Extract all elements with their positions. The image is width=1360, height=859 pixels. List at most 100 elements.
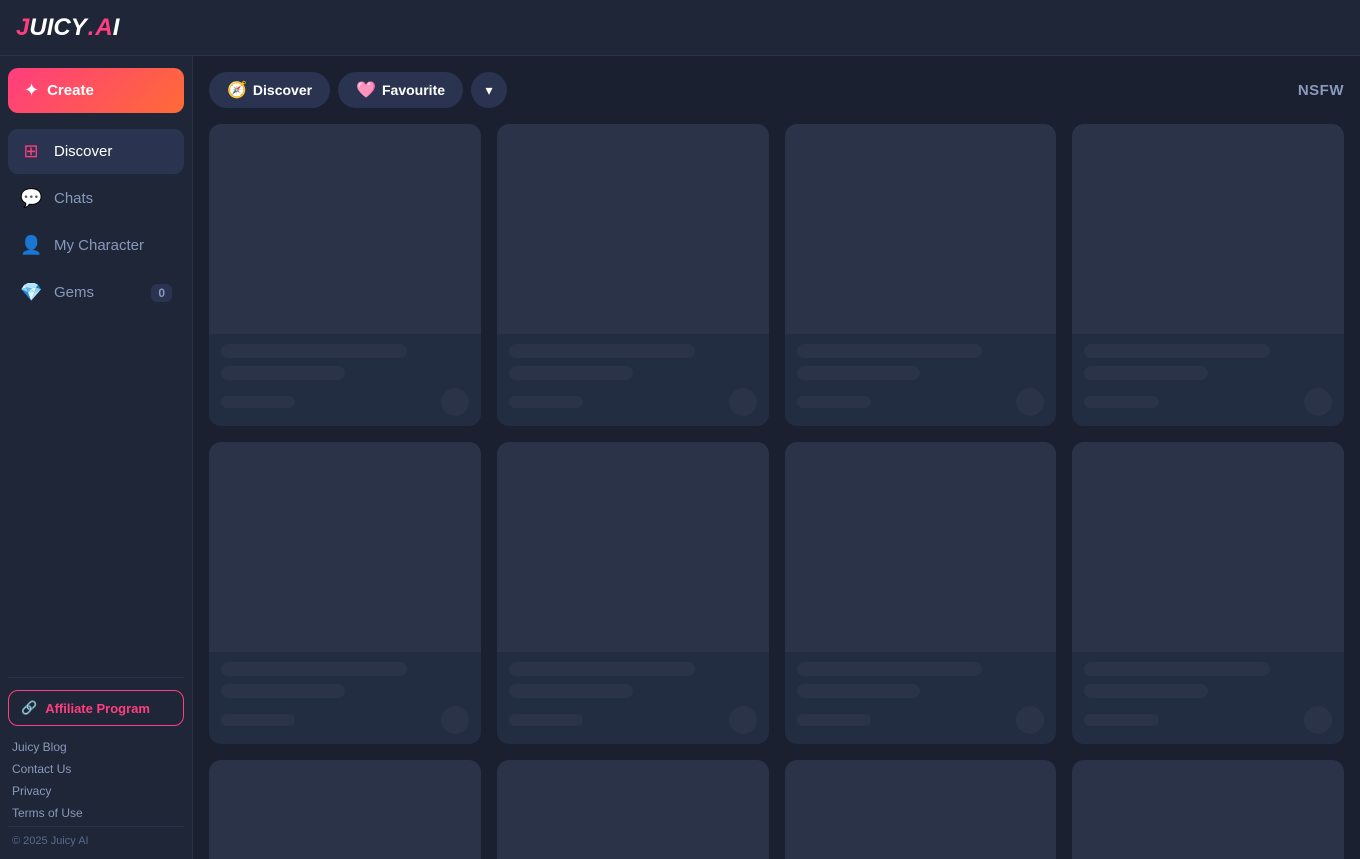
sidebar: ✦ Create ⊞ Discover 💬 Chats 👤 My Charact… — [0, 56, 193, 859]
card-image — [209, 124, 481, 334]
card-footer — [1084, 388, 1332, 416]
card-subtitle-skeleton — [797, 684, 921, 698]
gems-icon: 💎 — [20, 282, 42, 303]
sidebar-nav: ⊞ Discover 💬 Chats 👤 My Character 💎 Gems… — [8, 129, 184, 317]
list-item[interactable] — [209, 124, 481, 426]
card-image — [209, 442, 481, 652]
list-item[interactable] — [497, 442, 769, 744]
chevron-down-icon: ▾ — [486, 82, 493, 99]
card-subtitle-skeleton — [509, 366, 633, 380]
chats-icon: 💬 — [20, 188, 42, 209]
top-bar: 🧭 Discover 🩷 Favourite ▾ NSFW — [209, 72, 1344, 108]
card-footer — [1084, 706, 1332, 734]
affiliate-icon: 🔗 — [21, 700, 37, 716]
create-label: Create — [47, 82, 94, 99]
card-footer — [509, 388, 757, 416]
list-item[interactable] — [209, 760, 481, 859]
sidebar-item-my-character[interactable]: 👤 My Character — [8, 223, 184, 268]
list-item[interactable] — [497, 760, 769, 859]
footer-link-blog[interactable]: Juicy Blog — [12, 738, 180, 756]
sidebar-item-gems[interactable]: 💎 Gems 0 — [8, 270, 184, 315]
my-character-icon: 👤 — [20, 235, 42, 256]
list-item[interactable] — [497, 124, 769, 426]
card-image — [497, 760, 769, 859]
card-image — [1072, 760, 1344, 859]
card-title-skeleton — [221, 662, 407, 676]
favourite-tab-icon: 🩷 — [356, 80, 376, 100]
card-image — [209, 760, 481, 859]
card-subtitle-skeleton — [221, 366, 345, 380]
footer-link-terms[interactable]: Terms of Use — [12, 804, 180, 822]
card-image — [785, 760, 1057, 859]
logo-separator: . — [88, 14, 95, 42]
card-tag-skeleton — [797, 714, 871, 726]
footer-link-contact[interactable]: Contact Us — [12, 760, 180, 778]
card-body — [785, 334, 1057, 426]
sidebar-item-discover[interactable]: ⊞ Discover — [8, 129, 184, 174]
footer-link-privacy[interactable]: Privacy — [12, 782, 180, 800]
card-avatar-skeleton — [441, 388, 469, 416]
affiliate-button[interactable]: 🔗 Affiliate Program — [8, 690, 184, 726]
logo-text-j: J — [16, 14, 29, 42]
card-avatar-skeleton — [1016, 706, 1044, 734]
card-image — [497, 124, 769, 334]
card-title-skeleton — [797, 344, 983, 358]
sidebar-item-chats-label: Chats — [54, 190, 93, 207]
card-subtitle-skeleton — [509, 684, 633, 698]
card-footer — [221, 388, 469, 416]
discover-tab[interactable]: 🧭 Discover — [209, 72, 330, 108]
favourite-tab-label: Favourite — [382, 82, 445, 98]
list-item[interactable] — [1072, 442, 1344, 744]
nsfw-label: NSFW — [1298, 82, 1344, 99]
card-footer — [797, 706, 1045, 734]
card-title-skeleton — [1084, 662, 1270, 676]
card-tag-skeleton — [509, 714, 583, 726]
list-item[interactable] — [785, 124, 1057, 426]
sidebar-bottom: 🔗 Affiliate Program Juicy Blog Contact U… — [8, 677, 184, 847]
logo: J UICY . A I — [16, 14, 119, 42]
card-tag-skeleton — [1084, 714, 1158, 726]
card-tag-skeleton — [221, 714, 295, 726]
card-subtitle-skeleton — [1084, 684, 1208, 698]
card-subtitle-skeleton — [797, 366, 921, 380]
card-title-skeleton — [221, 344, 407, 358]
card-subtitle-skeleton — [1084, 366, 1208, 380]
list-item[interactable] — [1072, 760, 1344, 859]
card-tag-skeleton — [797, 396, 871, 408]
card-image — [1072, 124, 1344, 334]
card-image — [497, 442, 769, 652]
sidebar-item-my-character-label: My Character — [54, 237, 144, 254]
top-bar-left: 🧭 Discover 🩷 Favourite ▾ — [209, 72, 507, 108]
card-footer — [221, 706, 469, 734]
card-title-skeleton — [509, 344, 695, 358]
logo-text-i: I — [113, 14, 120, 42]
card-body — [1072, 652, 1344, 744]
plus-icon: ✦ — [24, 80, 39, 101]
discover-tab-label: Discover — [253, 82, 312, 98]
sidebar-item-chats[interactable]: 💬 Chats — [8, 176, 184, 221]
card-avatar-skeleton — [1304, 388, 1332, 416]
main-content: 🧭 Discover 🩷 Favourite ▾ NSFW — [193, 56, 1360, 859]
footer-links: Juicy Blog Contact Us Privacy Terms of U… — [8, 738, 184, 822]
card-body — [497, 334, 769, 426]
favourite-tab[interactable]: 🩷 Favourite — [338, 72, 463, 108]
dropdown-button[interactable]: ▾ — [471, 72, 507, 108]
card-tag-skeleton — [509, 396, 583, 408]
list-item[interactable] — [209, 442, 481, 744]
card-tag-skeleton — [221, 396, 295, 408]
card-image — [1072, 442, 1344, 652]
card-body — [209, 652, 481, 744]
logo-text-uicy: UICY — [29, 14, 86, 42]
card-image — [785, 124, 1057, 334]
card-footer — [509, 706, 757, 734]
card-body — [1072, 334, 1344, 426]
create-button[interactable]: ✦ Create — [8, 68, 184, 113]
card-title-skeleton — [509, 662, 695, 676]
list-item[interactable] — [785, 442, 1057, 744]
card-avatar-skeleton — [1016, 388, 1044, 416]
list-item[interactable] — [1072, 124, 1344, 426]
discover-tab-icon: 🧭 — [227, 80, 247, 100]
card-avatar-skeleton — [441, 706, 469, 734]
card-title-skeleton — [1084, 344, 1270, 358]
list-item[interactable] — [785, 760, 1057, 859]
